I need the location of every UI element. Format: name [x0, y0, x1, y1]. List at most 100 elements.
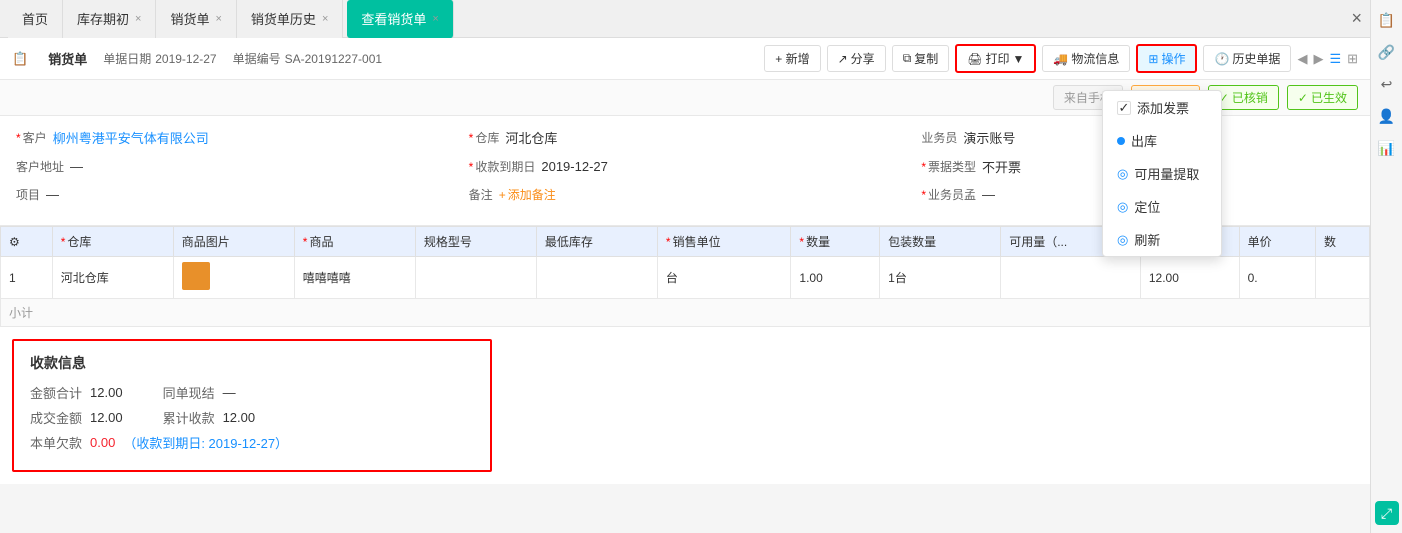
print-label: 打印 — [986, 50, 1010, 67]
doc-number-value: SA-20191227-001 — [285, 52, 382, 66]
doc-date-label: 单据日期 — [103, 50, 151, 67]
same-order-value: — — [223, 385, 236, 400]
sidebar-icon-1[interactable]: 📋 — [1375, 8, 1399, 32]
subtotal-label: 小计 — [1, 299, 1370, 327]
print-button[interactable]: 🖨 打印 ▼ — [955, 44, 1036, 73]
quantity-extract-icon: ◎ — [1117, 166, 1128, 182]
total-amount-field: 金额合计 12.00 — [30, 383, 123, 402]
tab-sales-order-close[interactable]: × — [215, 13, 221, 25]
add-note-button[interactable]: 添加备注 — [499, 186, 556, 203]
copy-button[interactable]: ⧉ 复制 — [892, 45, 950, 72]
row-pack-qty: 1台 — [880, 257, 1001, 299]
logistics-button[interactable]: 🚚 物流信息 — [1042, 45, 1130, 72]
outbound-label: 出库 — [1131, 131, 1157, 150]
locate-item[interactable]: ◎ 定位 — [1103, 190, 1221, 223]
same-order-label: 同单现结 — [163, 383, 215, 402]
col-spec: 规格型号 — [415, 227, 536, 257]
history-icon: 🕐 — [1214, 52, 1229, 66]
print-icon: 🖨 — [967, 52, 982, 66]
tab-view-sales-close[interactable]: × — [432, 13, 438, 25]
warehouse-label: 仓库 — [469, 129, 500, 146]
subtotal-row: 小计 — [1, 299, 1370, 327]
outbound-item[interactable]: 出库 — [1103, 124, 1221, 157]
operate-button[interactable]: ⊞ 操作 — [1136, 44, 1197, 73]
history-button[interactable]: 🕐 历史单据 — [1203, 45, 1291, 72]
sidebar-icon-2[interactable]: 🔗 — [1375, 40, 1399, 64]
product-image — [182, 262, 210, 290]
payment-row-2: 成交金额 12.00 累计收款 12.00 — [30, 408, 474, 427]
doc-date-field: 单据日期 2019-12-27 — [103, 50, 216, 67]
tab-inventory[interactable]: 库存期初 × — [63, 0, 156, 38]
arrears-field: 本单欠款 0.00 （收款到期日: 2019-12-27） — [30, 433, 288, 452]
locate-icon: ◎ — [1117, 199, 1128, 215]
ticket-type-value: 不开票 — [982, 157, 1021, 176]
warehouse-value: 河北仓库 — [505, 128, 557, 147]
col-unit-price: 单价 — [1239, 227, 1315, 257]
new-button[interactable]: + 新增 — [764, 45, 820, 72]
tab-sales-history-close[interactable]: × — [322, 13, 328, 25]
salesperson-value: — — [982, 187, 995, 202]
address-field: 客户地址 — — [16, 158, 449, 175]
grid-view-icon[interactable]: ⊞ — [1347, 51, 1358, 67]
logistics-label: 物流信息 — [1071, 50, 1119, 67]
project-value: — — [46, 187, 59, 202]
tab-sales-history[interactable]: 销货单历史 × — [237, 0, 343, 38]
window-close-button[interactable]: × — [1351, 8, 1362, 29]
row-min-stock — [536, 257, 657, 299]
locate-label: 定位 — [1134, 197, 1160, 216]
project-label: 项目 — [16, 186, 40, 203]
next-arrow[interactable]: ▶ — [1313, 51, 1323, 67]
list-view-icon[interactable]: ☰ — [1329, 51, 1341, 67]
tab-bar: 首页 库存期初 × 销货单 × 销货单历史 × 查看销货单 × × — [0, 0, 1370, 38]
col-settings[interactable]: ⚙ — [1, 227, 53, 257]
quantity-extract-item[interactable]: ◎ 可用量提取 — [1103, 157, 1221, 190]
payment-due-field: 收款到期日 2019-12-27 — [469, 158, 902, 175]
deal-amount-field: 成交金额 12.00 — [30, 408, 123, 427]
quantity-extract-label: 可用量提取 — [1134, 164, 1199, 183]
logistics-icon: 🚚 — [1053, 52, 1068, 66]
doc-number-label: 单据编号 — [233, 50, 281, 67]
sidebar-icon-5[interactable]: 📊 — [1375, 136, 1399, 160]
tab-sales-order-label: 销货单 — [170, 9, 209, 28]
share-button[interactable]: ↗ 分享 — [827, 45, 886, 72]
staff-value: 演示账号 — [963, 128, 1015, 147]
deal-amount-label: 成交金额 — [30, 408, 82, 427]
row-product: 嘻嘻嘻嘻 — [294, 257, 415, 299]
note-field: 备注 添加备注 — [469, 186, 902, 203]
copy-label: 复制 — [914, 50, 938, 67]
row-quantity: 1.00 — [791, 257, 880, 299]
sidebar-icon-3[interactable]: ↩ — [1375, 72, 1399, 96]
doc-title: 销货单 — [48, 49, 87, 68]
add-invoice-item[interactable]: ✓ 添加发票 — [1103, 91, 1221, 124]
sidebar-icon-expand[interactable]: ⤢ — [1375, 501, 1399, 525]
payment-row-3: 本单欠款 0.00 （收款到期日: 2019-12-27） — [30, 433, 474, 452]
refresh-icon: ◎ — [1117, 232, 1128, 248]
customer-value[interactable]: 柳州粤港平安气体有限公司 — [53, 128, 209, 147]
tab-sales-order[interactable]: 销货单 × — [156, 0, 236, 38]
outbound-dot — [1117, 137, 1125, 145]
history-label: 历史单据 — [1232, 50, 1280, 67]
settings-gear-icon[interactable]: ⚙ — [9, 235, 20, 249]
warehouse-field: 仓库 河北仓库 — [469, 128, 902, 147]
address-label: 客户地址 — [16, 158, 64, 175]
total-amount-label: 金额合计 — [30, 383, 82, 402]
col-product-img: 商品图片 — [173, 227, 294, 257]
operate-icon: ⊞ — [1148, 52, 1158, 66]
checked-label: 已核销 — [1232, 89, 1268, 106]
effective-button[interactable]: ✓ 已生效 — [1287, 85, 1358, 110]
tab-home[interactable]: 首页 — [8, 0, 63, 38]
add-invoice-checkbox: ✓ — [1117, 101, 1131, 115]
payment-row-1: 金额合计 12.00 同单现结 — — [30, 383, 474, 402]
sidebar-icon-4[interactable]: 👤 — [1375, 104, 1399, 128]
tab-view-sales[interactable]: 查看销货单 × — [347, 0, 453, 38]
col-warehouse: 仓库 — [52, 227, 173, 257]
bottom-section: 收款信息 金额合计 12.00 同单现结 — 成交金额 12.00 累计收款 — [0, 327, 1370, 484]
total-amount-value: 12.00 — [90, 385, 123, 400]
refresh-item[interactable]: ◎ 刷新 — [1103, 223, 1221, 256]
prev-arrow[interactable]: ◀ — [1297, 51, 1307, 67]
operate-label: 操作 — [1161, 50, 1185, 67]
address-value: — — [70, 159, 83, 174]
arrears-value: 0.00 — [90, 435, 115, 450]
tab-inventory-close[interactable]: × — [135, 13, 141, 25]
add-invoice-label: 添加发票 — [1137, 98, 1189, 117]
